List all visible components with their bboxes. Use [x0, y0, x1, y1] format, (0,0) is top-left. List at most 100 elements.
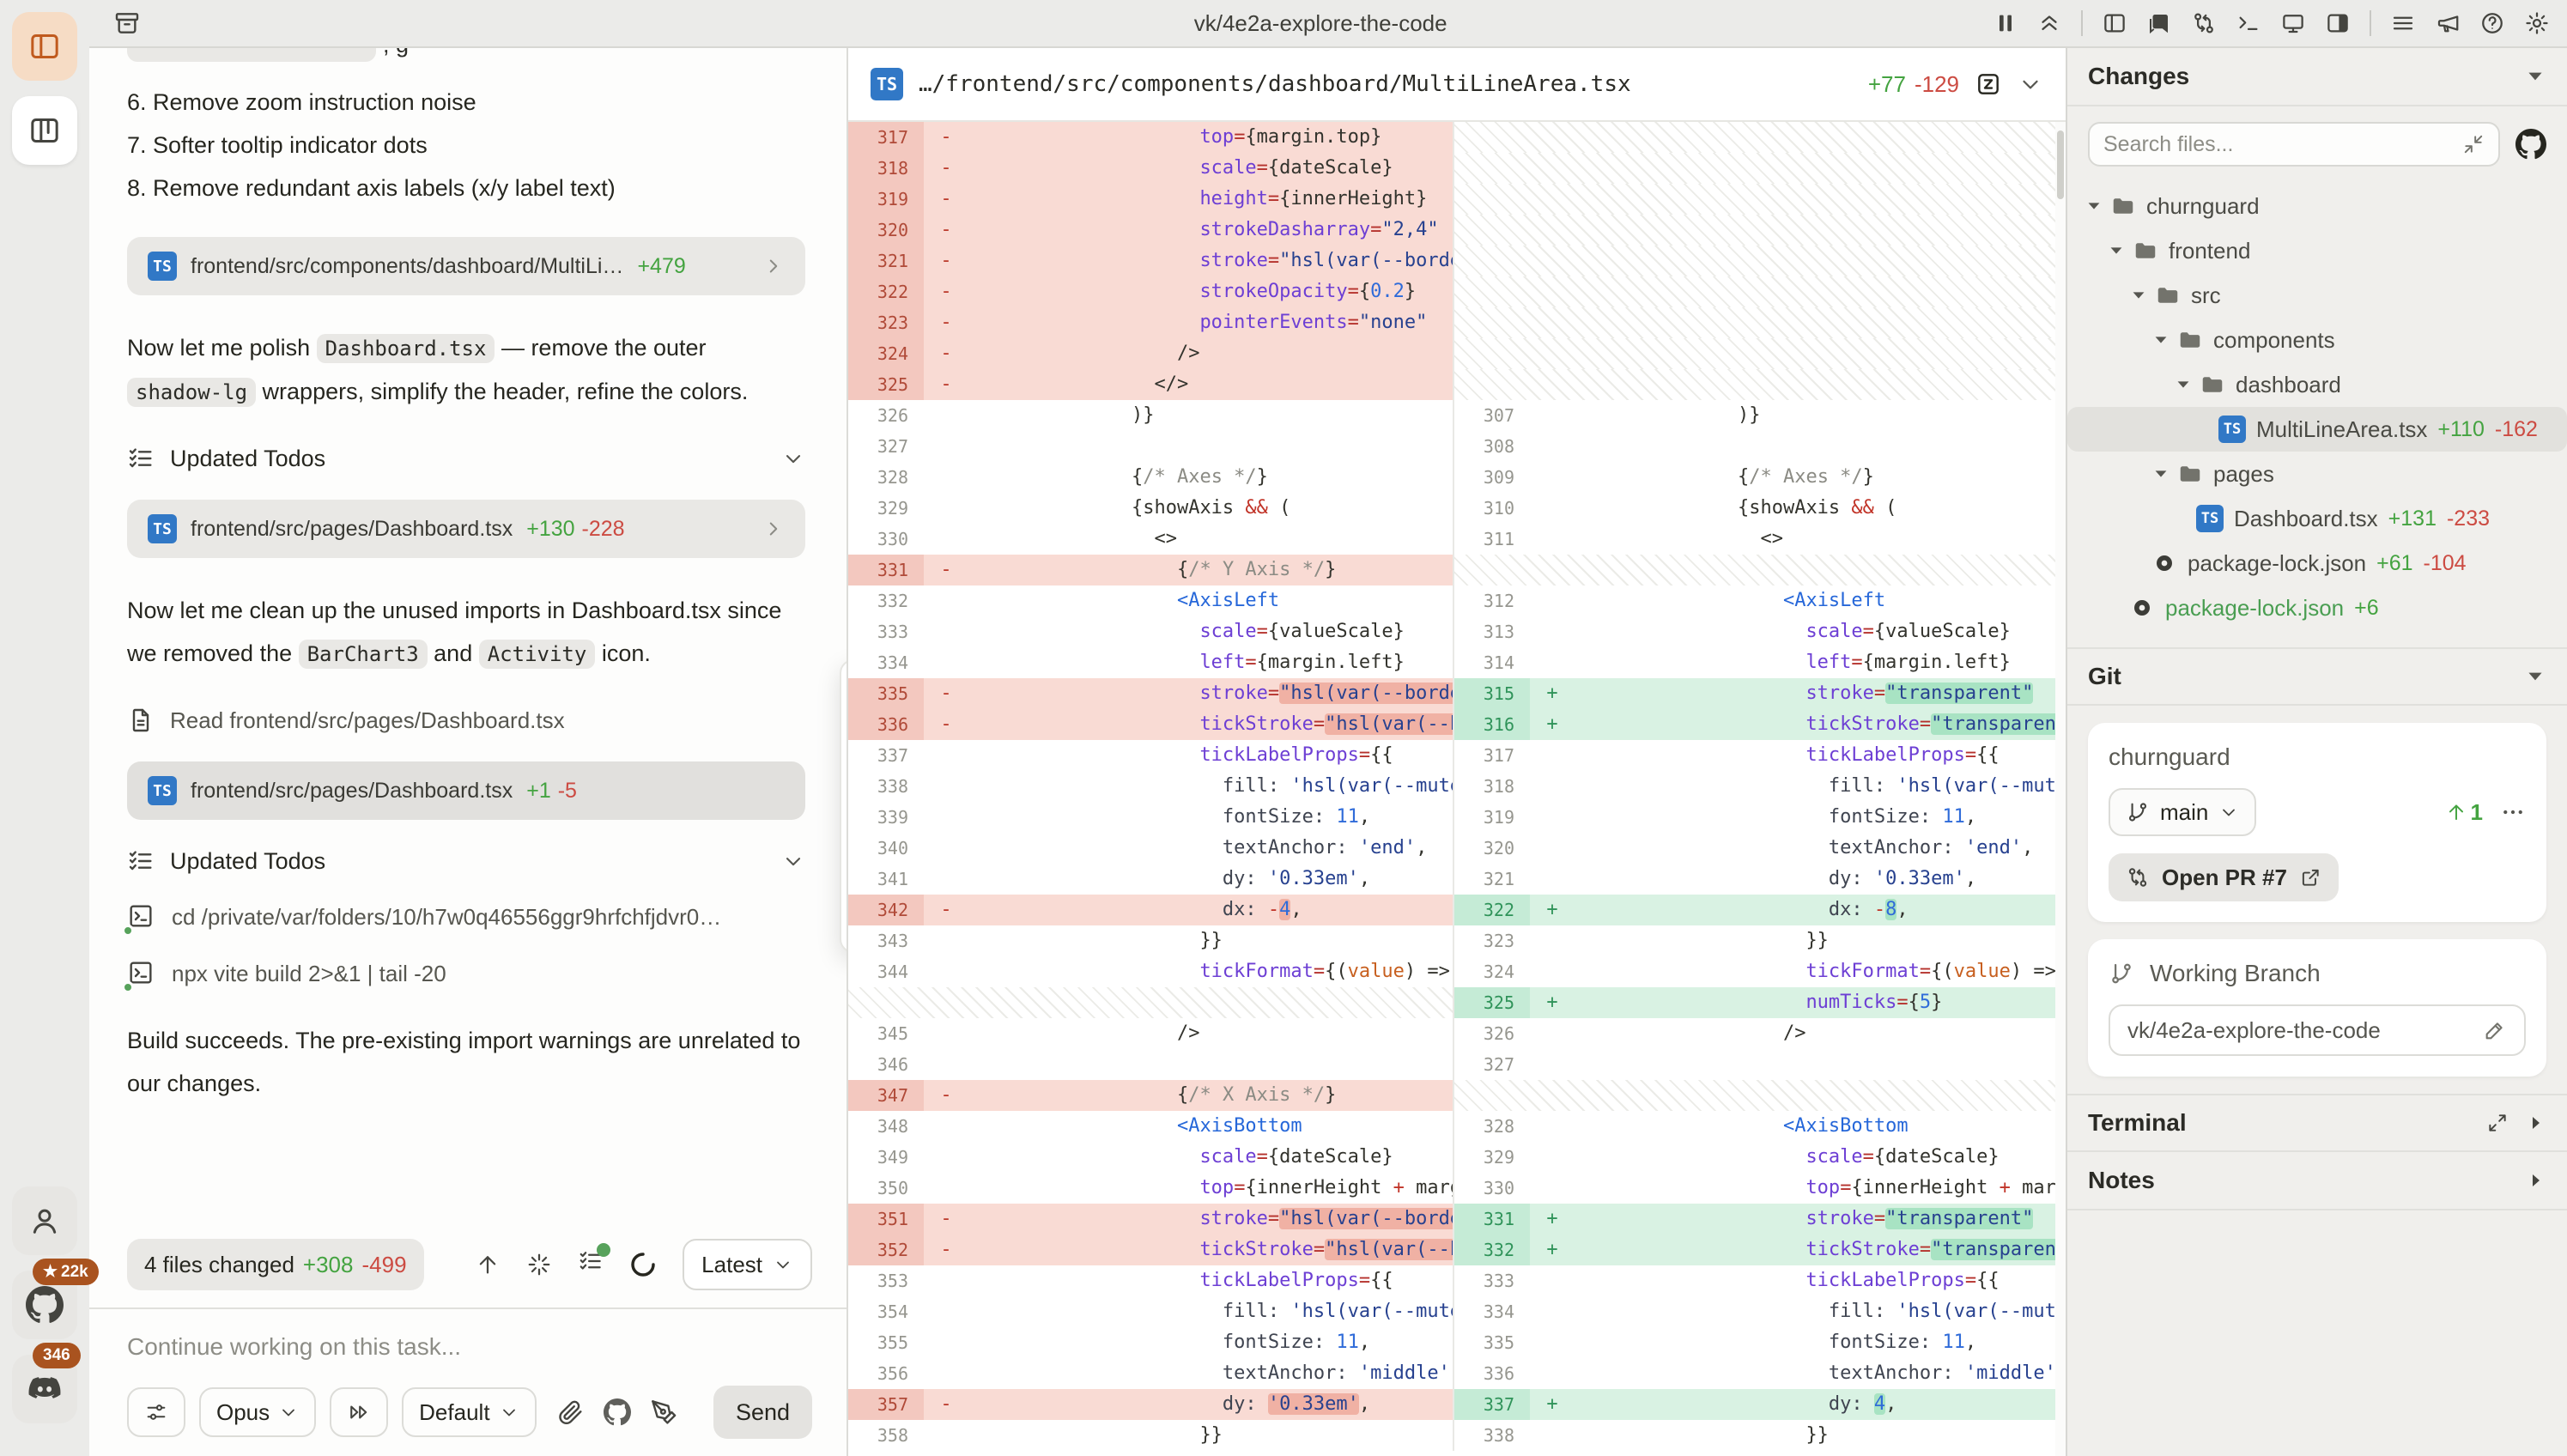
diff-scrollbar[interactable] — [2055, 122, 2066, 1456]
scrollbar-thumb[interactable] — [2057, 130, 2064, 199]
github-link-button[interactable]: ★22k — [12, 1271, 77, 1339]
tree-item-package-lock.json[interactable]: package-lock.json+61-104 — [2067, 541, 2567, 585]
panel-left-icon[interactable] — [2102, 10, 2127, 36]
tree-item-frontend[interactable]: frontend — [2067, 228, 2567, 273]
line-number: 343 — [848, 925, 924, 956]
kanban-icon — [27, 113, 62, 148]
diff-line: 312 <AxisLeft — [1453, 585, 2057, 616]
app-window: ★22k 346 vk/4e2a-explore-the-code — [0, 0, 2567, 1456]
code-text: tickFormat={(value) => — [968, 956, 1453, 987]
code-text: stroke="hsl(var(--border))" — [968, 246, 1453, 276]
scroll-to-top-icon[interactable] — [475, 1252, 501, 1277]
pen-tool-icon[interactable] — [650, 1398, 677, 1426]
discord-link-button[interactable]: 346 — [12, 1355, 77, 1423]
git-compare-icon[interactable] — [2191, 10, 2217, 36]
layout-view-button[interactable] — [12, 12, 77, 81]
code-text: tickStroke="transparent" — [1575, 1235, 2057, 1265]
search-files-box[interactable] — [2088, 122, 2500, 167]
code-text: dx: -8, — [1575, 895, 2057, 925]
code-text: fill: 'hsl(var(--muted-foreground))', — [1575, 771, 2057, 802]
message-input[interactable] — [127, 1333, 812, 1361]
panel-right-icon[interactable] — [2325, 10, 2351, 36]
diff-line: 333 scale={valueScale} — [848, 616, 1453, 647]
settings-gear-icon[interactable] — [2524, 10, 2550, 36]
composer-settings-button[interactable] — [127, 1387, 185, 1437]
branch-name-input[interactable] — [2127, 1017, 2469, 1044]
github-icon — [26, 1286, 64, 1324]
diff-marker: - — [924, 709, 968, 740]
chevron-down-icon[interactable] — [2018, 71, 2043, 97]
tree-item-Dashboard.tsx[interactable]: TSDashboard.tsx+131-233 — [2067, 496, 2567, 541]
file-change-chip[interactable]: TS frontend/src/components/dashboard/Mul… — [127, 237, 805, 295]
open-pr-button[interactable]: Open PR #7 — [2109, 853, 2339, 901]
collapse-all-icon[interactable] — [2036, 10, 2062, 36]
terminal-section-header[interactable]: Terminal — [2067, 1094, 2567, 1152]
notes-section-header[interactable]: Notes — [2067, 1152, 2567, 1210]
kanban-view-button[interactable] — [12, 96, 77, 165]
tree-item-dashboard[interactable]: dashboard — [2067, 362, 2567, 407]
chevron-right-icon — [2526, 1113, 2546, 1133]
line-number: 331 — [1454, 1204, 1530, 1235]
tree-item-pages[interactable]: pages — [2067, 452, 2567, 496]
terminal-command-row[interactable]: cd /private/var/folders/10/h7w0q46556ggr… — [127, 902, 805, 931]
github-icon[interactable] — [604, 1398, 631, 1426]
pause-icon[interactable] — [1994, 11, 2018, 35]
tree-item-churnguard[interactable]: churnguard — [2067, 184, 2567, 228]
code-text: }} — [968, 1420, 1453, 1451]
updated-todos-row[interactable]: Updated Todos — [127, 847, 805, 875]
model-dropdown[interactable]: Opus — [199, 1387, 316, 1437]
file-change-chip[interactable]: TS frontend/src/pages/Dashboard.tsx +130… — [127, 500, 805, 558]
monitor-icon[interactable] — [2280, 10, 2306, 36]
chat-icon[interactable] — [2146, 10, 2172, 36]
fast-forward-button[interactable] — [330, 1387, 388, 1437]
git-section-header[interactable]: Git — [2067, 647, 2567, 706]
branch-name-field[interactable] — [2109, 1004, 2526, 1056]
diff-line: 340 textAnchor: 'end', — [848, 833, 1453, 864]
terminal-icon[interactable] — [2236, 10, 2261, 36]
edit-pencil-icon[interactable] — [2483, 1018, 2507, 1042]
code-text: {/* X Axis */} — [968, 1080, 1453, 1111]
diff-row: 334 left={margin.left}314 left={margin.l… — [848, 647, 2055, 678]
file-change-chip[interactable]: TS frontend/src/pages/Dashboard.tsx +1-5 — [127, 761, 805, 820]
collapse-tree-icon[interactable] — [2462, 133, 2485, 155]
send-button[interactable]: Send — [713, 1386, 812, 1439]
changes-section-header[interactable]: Changes — [2067, 48, 2567, 106]
file-name: churnguard — [2146, 193, 2260, 220]
account-button[interactable] — [12, 1186, 77, 1255]
arrow-up-icon — [2445, 801, 2467, 823]
archive-icon[interactable] — [113, 9, 141, 37]
diff-line: 334 fill: 'hsl(var(--muted-foreground))'… — [1453, 1296, 2057, 1327]
search-input[interactable] — [2103, 132, 2452, 157]
github-icon[interactable] — [2515, 129, 2546, 160]
tree-item-src[interactable]: src — [2067, 273, 2567, 318]
line-number: 355 — [848, 1327, 924, 1358]
terminal-command-row[interactable]: npx vite build 2>&1 | tail -20 — [127, 959, 805, 988]
code-text: stroke="transparent" — [1575, 678, 2057, 709]
line-number: 325 — [848, 369, 924, 400]
menu-icon[interactable] — [2390, 10, 2416, 36]
branch-dropdown[interactable]: main — [2109, 788, 2256, 836]
help-icon[interactable] — [2479, 10, 2505, 36]
updated-todos-row[interactable]: Updated Todos — [127, 445, 805, 472]
inline-diff-icon[interactable] — [1975, 70, 2002, 98]
code-text: tickLabelProps={{ — [1575, 1265, 2057, 1296]
tree-item-MultiLineArea.tsx[interactable]: TSMultiLineArea.tsx+110-162 — [2067, 407, 2567, 452]
spark-icon[interactable] — [526, 1252, 552, 1277]
read-file-row[interactable]: Read frontend/src/pages/Dashboard.tsx — [127, 707, 805, 734]
tree-item-package-lock.json[interactable]: package-lock.json+6 — [2067, 585, 2567, 630]
file-name: components — [2213, 327, 2335, 354]
chat-transcript[interactable]: , g 6. Remove zoom instruction noise7. S… — [89, 48, 847, 1225]
attach-icon[interactable] — [557, 1398, 585, 1426]
mode-dropdown[interactable]: Default — [402, 1387, 536, 1437]
megaphone-icon[interactable] — [2435, 10, 2461, 36]
tree-item-components[interactable]: components — [2067, 318, 2567, 362]
code-text: top={innerHeight + margin.top} — [968, 1173, 1453, 1204]
more-options-icon[interactable] — [2500, 799, 2526, 825]
latest-dropdown[interactable]: Latest — [683, 1239, 812, 1290]
chevron-down-icon — [781, 849, 805, 873]
expand-icon[interactable] — [2486, 1112, 2509, 1134]
diff-marker: - — [924, 369, 968, 400]
diff-rows[interactable]: 317- top={margin.top}318- scale={dateSca… — [848, 122, 2055, 1456]
files-changed-chip[interactable]: 4 files changed +308 -499 — [127, 1239, 424, 1290]
diff-row: 342- dx: -4,322+ dx: -8, — [848, 895, 2055, 925]
